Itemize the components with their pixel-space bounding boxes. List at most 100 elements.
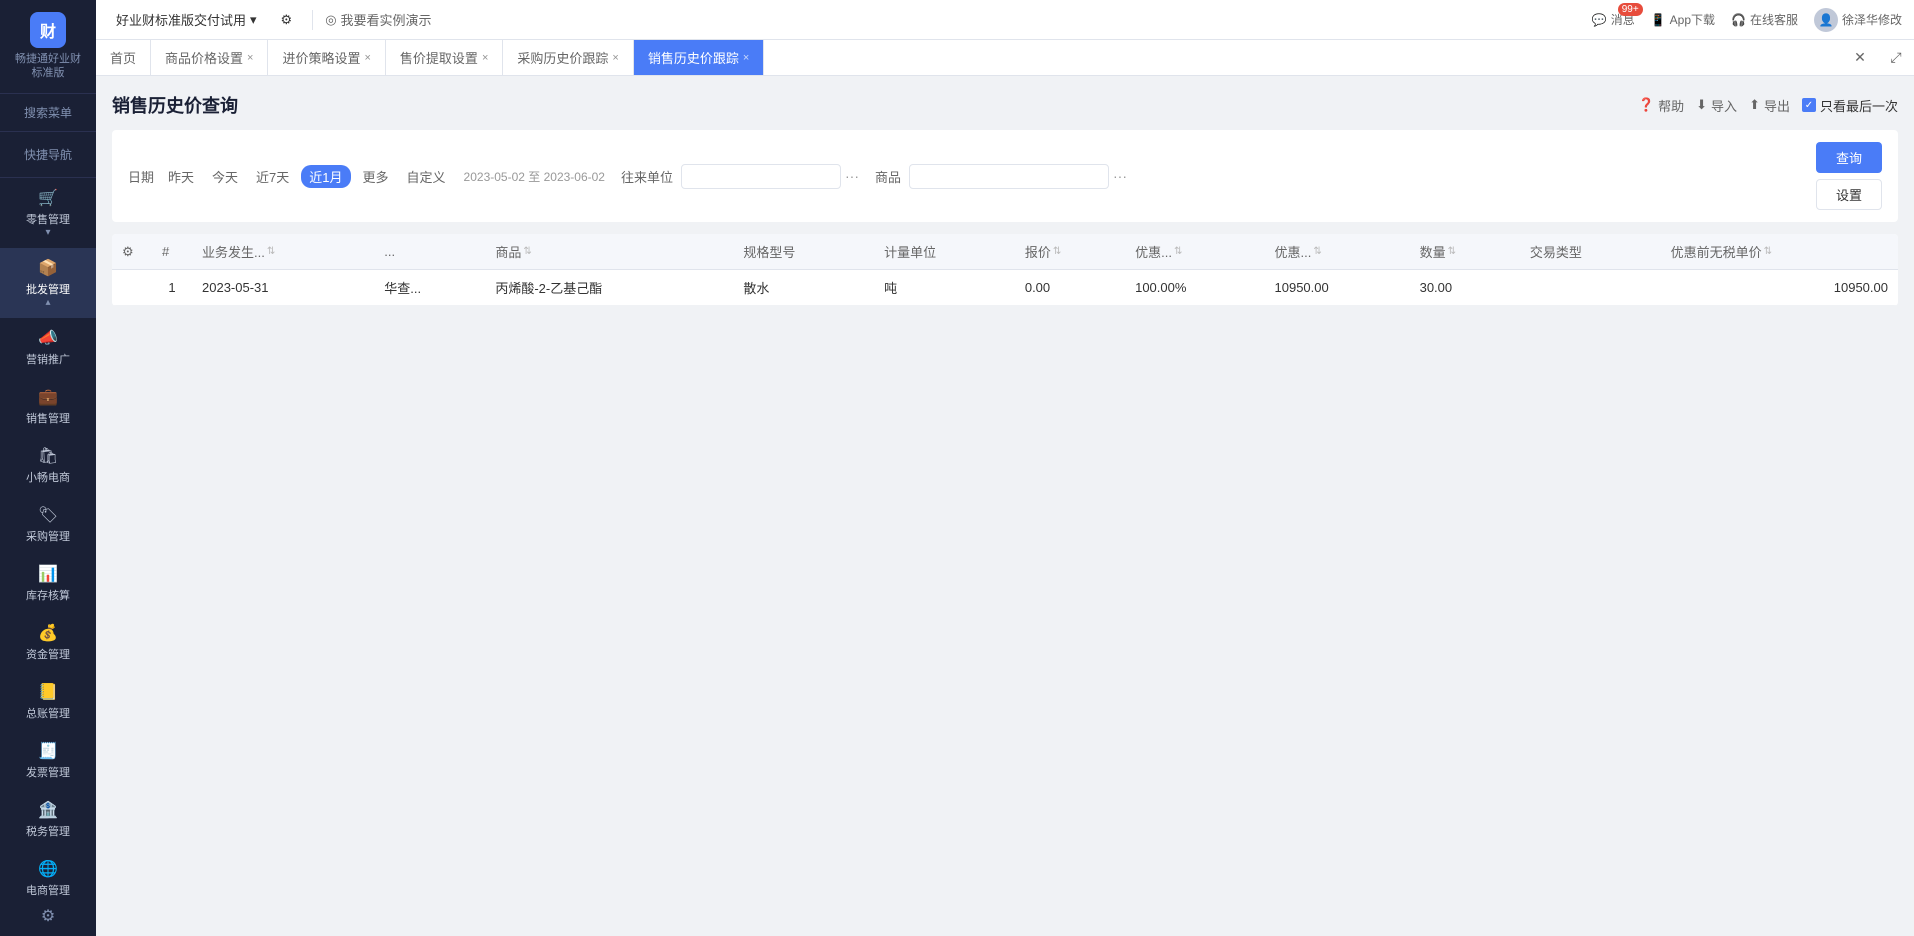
ledger-icon: 📒 bbox=[38, 682, 58, 702]
app-download-label: App下载 bbox=[1670, 11, 1715, 28]
logo-text: 畅捷通好业财 标准版 bbox=[15, 52, 81, 81]
message-badge: 99+ bbox=[1618, 3, 1643, 16]
date-opt-last1month[interactable]: 近1月 bbox=[301, 165, 350, 188]
th-discount1-sort[interactable]: 优惠... ⇅ bbox=[1135, 242, 1254, 261]
th-quantity[interactable]: 数量 ⇅ bbox=[1410, 234, 1520, 270]
tab-price-extract[interactable]: 售价提取设置 × bbox=[386, 40, 503, 75]
settings-button[interactable]: 设置 bbox=[1816, 179, 1882, 210]
import-icon: ⬇ bbox=[1696, 97, 1707, 113]
close-price-extract-icon[interactable]: × bbox=[482, 52, 488, 64]
sidebar-item-tax[interactable]: 🏦 税务管理 bbox=[0, 790, 96, 849]
date-opt-yesterday[interactable]: 昨天 bbox=[162, 165, 200, 188]
close-pricing-strategy-icon[interactable]: × bbox=[364, 52, 370, 64]
tab-sales-history[interactable]: 销售历史价跟踪 × bbox=[634, 40, 764, 75]
sales-icon: 💼 bbox=[38, 387, 58, 407]
sidebar-label-retail: 零售管理 bbox=[26, 211, 70, 227]
chevron-wholesale-icon: ▴ bbox=[45, 297, 50, 308]
message-btn[interactable]: 💬 消息 99+ bbox=[1592, 11, 1635, 28]
th-price[interactable]: 报价 ⇅ bbox=[1015, 234, 1125, 270]
from-unit-dots-btn[interactable]: ··· bbox=[845, 168, 859, 184]
tab-home-label: 首页 bbox=[110, 48, 136, 67]
message-icon: 💬 bbox=[1592, 13, 1607, 27]
sidebar-item-ledger[interactable]: 📒 总账管理 bbox=[0, 672, 96, 731]
sidebar-quicknav-item[interactable]: 快捷导航 bbox=[0, 132, 96, 178]
sidebar-item-purchase[interactable]: 🏷 采购管理 bbox=[0, 495, 96, 554]
demo-btn[interactable]: ◎ 我要看实例演示 bbox=[325, 10, 431, 29]
only-last-checkbox-wrap[interactable]: ✓ 只看最后一次 bbox=[1802, 96, 1898, 115]
th-quantity-label: 数量 bbox=[1420, 242, 1446, 261]
th-product-sort[interactable]: 商品 ⇅ bbox=[495, 242, 723, 261]
sidebar-item-invoice[interactable]: 🧾 发票管理 bbox=[0, 731, 96, 790]
date-opt-more[interactable]: 更多 bbox=[357, 165, 395, 188]
sidebar: 财 畅捷通好业财 标准版 搜索菜单 快捷导航 🛒 零售管理 ▾ 📦 批发管理 ▴… bbox=[0, 0, 96, 936]
window-controls: ✕ ⤢ bbox=[1842, 40, 1914, 75]
sidebar-item-marketing[interactable]: 📣 营销推广 bbox=[0, 318, 96, 377]
topbar: 好业财标准版交付试用 ▾ ⚙ ◎ 我要看实例演示 💬 消息 99+ 📱 App下… bbox=[96, 0, 1914, 40]
th-discount1[interactable]: 优惠... ⇅ bbox=[1125, 234, 1264, 270]
invoice-icon: 🧾 bbox=[38, 741, 58, 761]
settings-icon[interactable]: ⚙ bbox=[41, 906, 55, 926]
query-button[interactable]: 查询 bbox=[1816, 142, 1882, 173]
cell-checkbox[interactable] bbox=[112, 270, 152, 306]
th-biz-date-sort[interactable]: 业务发生... ⇅ bbox=[202, 242, 364, 261]
filter-actions: 查询 设置 bbox=[1816, 142, 1882, 210]
date-opt-custom[interactable]: 自定义 bbox=[401, 165, 452, 188]
close-purchase-history-icon[interactable]: × bbox=[612, 52, 618, 64]
date-filter-row: 日期 昨天 今天 近7天 近1月 更多 自定义 2023-05-02 至 202… bbox=[128, 165, 605, 188]
cell-trans-type bbox=[1520, 270, 1661, 306]
th-pretax-price[interactable]: 优惠前无税单价 ⇅ bbox=[1661, 234, 1898, 270]
sidebar-label-wholesale: 批发管理 bbox=[26, 281, 70, 297]
export-btn[interactable]: ⬆ 导出 bbox=[1749, 96, 1790, 115]
th-more-cols-label: ... bbox=[384, 244, 395, 259]
only-last-label: 只看最后一次 bbox=[1820, 96, 1898, 115]
page-header: 销售历史价查询 ❓ 帮助 ⬇ 导入 ⬆ 导出 ✓ 只看最后一次 bbox=[112, 92, 1898, 118]
close-window-btn[interactable]: ✕ bbox=[1842, 40, 1878, 76]
customer-service-btn[interactable]: 🎧 在线客服 bbox=[1731, 11, 1798, 28]
from-unit-input[interactable] bbox=[681, 164, 841, 189]
table-gear-icon[interactable]: ⚙ bbox=[122, 244, 134, 259]
sidebar-item-wholesale[interactable]: 📦 批发管理 ▴ bbox=[0, 248, 96, 318]
th-more-cols[interactable]: ... bbox=[374, 234, 485, 270]
tab-product-price[interactable]: 商品价格设置 × bbox=[151, 40, 268, 75]
sidebar-search-item[interactable]: 搜索菜单 bbox=[0, 94, 96, 132]
cell-from-unit: 华查... bbox=[374, 270, 485, 306]
sidebar-item-finance[interactable]: 💰 资金管理 bbox=[0, 613, 96, 672]
tab-purchase-history[interactable]: 采购历史价跟踪 × bbox=[503, 40, 633, 75]
date-opt-last7days[interactable]: 近7天 bbox=[250, 165, 295, 188]
topbar-settings-btn[interactable]: ⚙ bbox=[273, 8, 301, 32]
th-discount2[interactable]: 优惠... ⇅ bbox=[1265, 234, 1410, 270]
only-last-checkbox[interactable]: ✓ bbox=[1802, 98, 1816, 112]
import-btn[interactable]: ⬇ 导入 bbox=[1696, 96, 1737, 115]
sidebar-item-ecommerce[interactable]: 🌐 电商管理 bbox=[0, 849, 96, 896]
th-biz-date[interactable]: 业务发生... ⇅ bbox=[192, 234, 374, 270]
app-download-btn[interactable]: 📱 App下载 bbox=[1651, 11, 1715, 28]
sidebar-search-label: 搜索菜单 bbox=[24, 106, 72, 120]
th-gear[interactable]: ⚙ bbox=[112, 234, 152, 270]
sidebar-item-ecommerce-small[interactable]: 🛍 小畅电商 bbox=[0, 436, 96, 495]
th-unit-label: 计量单位 bbox=[884, 245, 936, 260]
app-switcher-dropdown[interactable]: 好业财标准版交付试用 ▾ bbox=[108, 6, 265, 33]
product-input[interactable] bbox=[909, 164, 1109, 189]
close-sales-history-icon[interactable]: × bbox=[743, 52, 749, 64]
sort-product-icon: ⇅ bbox=[523, 246, 531, 257]
date-opt-today[interactable]: 今天 bbox=[206, 165, 244, 188]
sidebar-item-inventory[interactable]: 📊 库存核算 bbox=[0, 554, 96, 613]
th-discount2-sort[interactable]: 优惠... ⇅ bbox=[1275, 242, 1400, 261]
data-table: ⚙ # 业务发生... ⇅ ... bbox=[112, 234, 1898, 306]
finance-icon: 💰 bbox=[38, 623, 58, 643]
tab-home[interactable]: 首页 bbox=[96, 40, 151, 75]
th-pretax-sort[interactable]: 优惠前无税单价 ⇅ bbox=[1671, 242, 1888, 261]
close-product-price-icon[interactable]: × bbox=[247, 52, 253, 64]
th-product[interactable]: 商品 ⇅ bbox=[485, 234, 733, 270]
sidebar-item-retail[interactable]: 🛒 零售管理 ▾ bbox=[0, 178, 96, 248]
sidebar-item-sales[interactable]: 💼 销售管理 bbox=[0, 377, 96, 436]
table-row[interactable]: 1 2023-05-31 华查... 丙烯酸-2-乙基己酯 散水 吨 0.00 … bbox=[112, 270, 1898, 306]
th-price-sort[interactable]: 报价 ⇅ bbox=[1025, 242, 1115, 261]
content-area: 销售历史价查询 ❓ 帮助 ⬇ 导入 ⬆ 导出 ✓ 只看最后一次 bbox=[96, 76, 1914, 936]
user-menu-btn[interactable]: 👤 徐泽华修改 bbox=[1814, 8, 1902, 32]
tab-pricing-strategy[interactable]: 进价策略设置 × bbox=[268, 40, 385, 75]
help-btn[interactable]: ❓ 帮助 bbox=[1638, 96, 1684, 115]
product-dots-btn[interactable]: ··· bbox=[1113, 168, 1127, 184]
maximize-window-btn[interactable]: ⤢ bbox=[1878, 40, 1914, 76]
th-quantity-sort[interactable]: 数量 ⇅ bbox=[1420, 242, 1510, 261]
